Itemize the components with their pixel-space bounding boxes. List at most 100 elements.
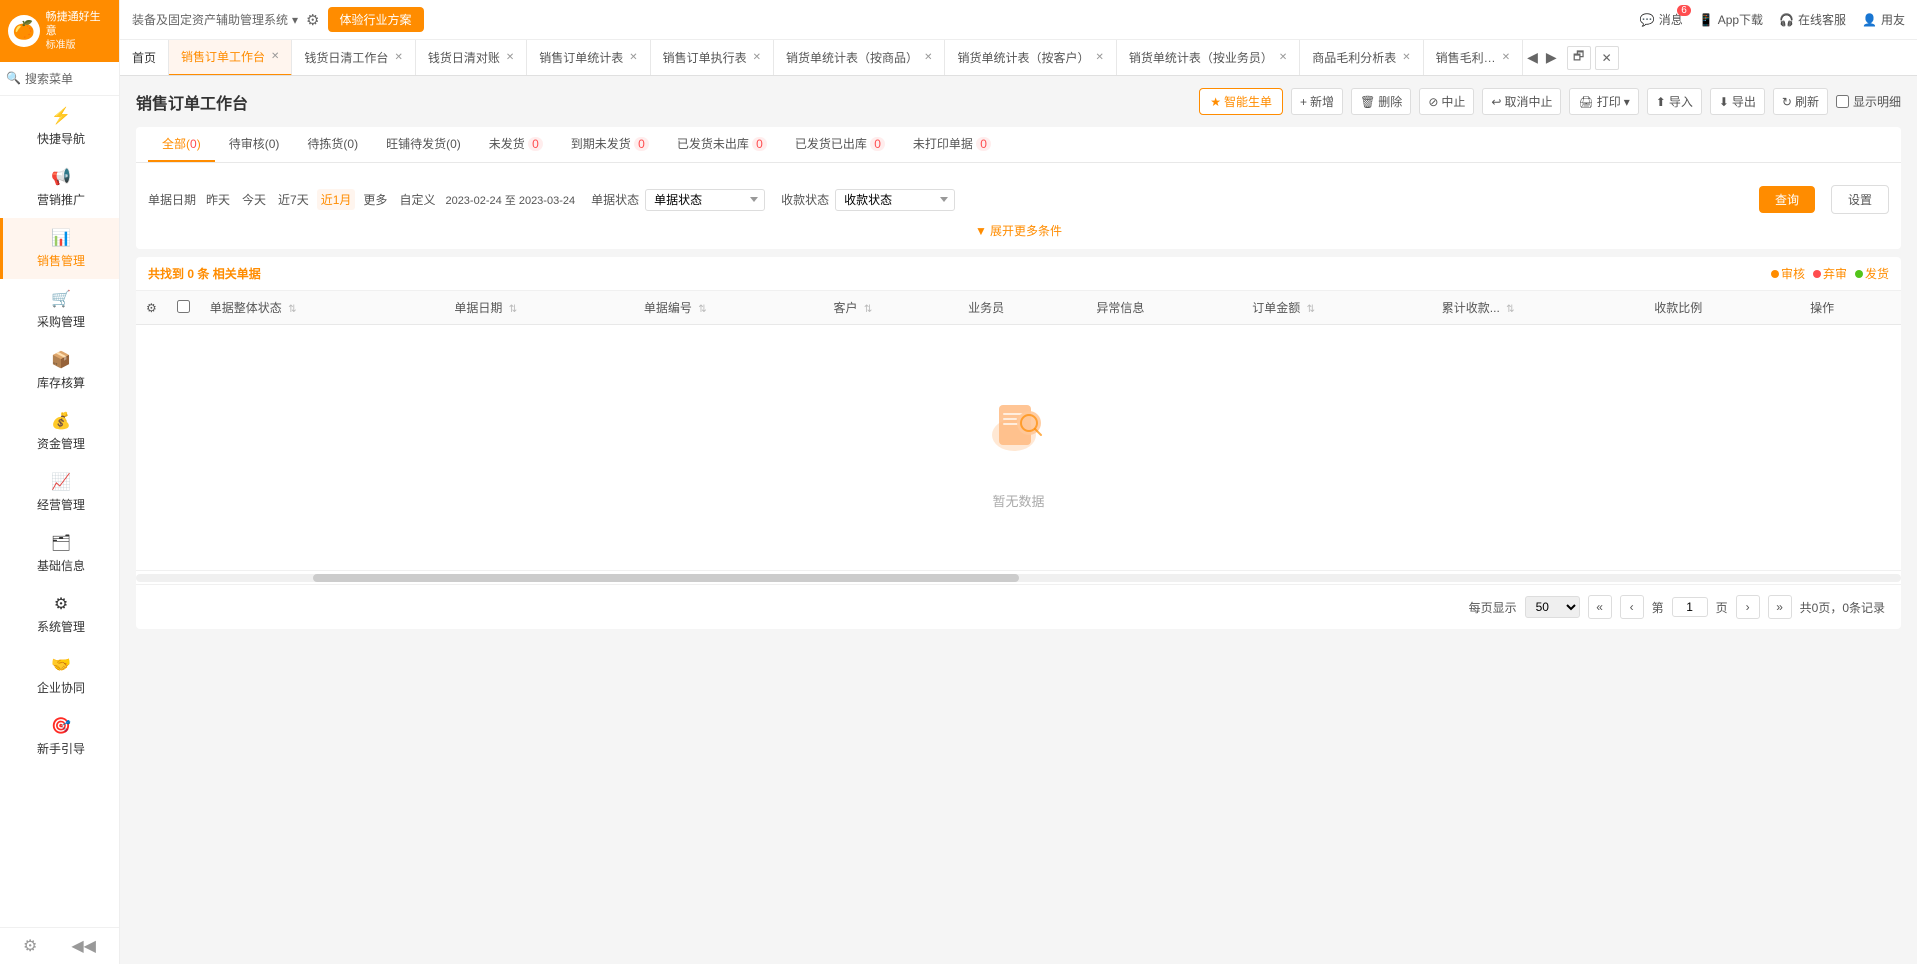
print-button[interactable]: 🖨 打印 ▾ <box>1569 88 1638 115</box>
tab-close-icon[interactable]: ✕ <box>1279 52 1287 63</box>
filter-tab-shipped-not-out[interactable]: 已发货未出库 0 <box>663 127 781 162</box>
tab-sales-by-customer[interactable]: 销货单统计表（按客户） ✕ <box>945 40 1116 76</box>
abandon-review-tool-button[interactable]: 弃审 <box>1813 265 1847 282</box>
dense-checkbox[interactable]: 显示明细 <box>1836 93 1901 110</box>
last-page-button[interactable]: » <box>1768 595 1792 619</box>
page-number-input[interactable] <box>1672 597 1708 617</box>
stop-button[interactable]: ⊘ 中止 <box>1419 88 1474 115</box>
settings-bottom-icon[interactable]: ⚙ <box>23 936 37 956</box>
tab-close-icon[interactable]: ✕ <box>506 52 514 63</box>
tab-margin-analysis[interactable]: 商品毛利分析表 ✕ <box>1300 40 1423 76</box>
new-button[interactable]: + 新增 <box>1291 88 1343 115</box>
tab-label: 销售订单执行表 <box>663 49 747 66</box>
tab-close-icon[interactable]: ✕ <box>1502 52 1510 63</box>
tab-close-icon[interactable]: ✕ <box>1402 52 1410 63</box>
tab-sales-exec[interactable]: 销售订单执行表 ✕ <box>651 40 774 76</box>
sidebar-item-collab[interactable]: 🤝 企业协同 <box>0 645 119 706</box>
message-button[interactable]: 💬 消息 6 <box>1640 11 1683 28</box>
expand-conditions-button[interactable]: ▼ 展开更多条件 <box>975 222 1062 239</box>
tab-cashflow-reconcile[interactable]: 钱货日清对账 ✕ <box>416 40 527 76</box>
tab-cashflow-workbench[interactable]: 钱货日清工作台 ✕ <box>292 40 415 76</box>
sidebar-logo[interactable]: 🍊 畅捷通好生意 标准版 <box>0 0 119 62</box>
tab-sales-stats[interactable]: 销售订单统计表 ✕ <box>527 40 650 76</box>
guide-icon: 🎯 <box>51 716 71 736</box>
cancel-stop-button[interactable]: ↩ 取消中止 <box>1482 88 1561 115</box>
industry-solution-button[interactable]: 体验行业方案 <box>328 7 424 32</box>
tab-sales-workbench[interactable]: 销售订单工作台 ✕ <box>169 40 292 76</box>
filter-tab-not-printed[interactable]: 未打印单据 0 <box>899 127 1005 162</box>
sidebar-item-purchase[interactable]: 🛒 采购管理 <box>0 279 119 340</box>
tab-sales-margin[interactable]: 销售毛利… ✕ <box>1424 40 1523 76</box>
system-title-dropdown[interactable]: 装备及固定资产辅助管理系统 ▾ <box>132 11 298 28</box>
date-1month[interactable]: 近1月 <box>317 189 356 210</box>
next-page-button[interactable]: › <box>1736 595 1760 619</box>
select-all-checkbox[interactable] <box>177 300 190 313</box>
dense-checkbox-input[interactable] <box>1836 95 1849 108</box>
filter-tab-wangpu-pending[interactable]: 旺铺待发货(0) <box>372 127 475 162</box>
smart-create-button[interactable]: ★ 智能生单 <box>1199 88 1283 115</box>
sidebar-item-basic[interactable]: 🗂 基础信息 <box>0 523 119 584</box>
finance-icon: 💰 <box>51 411 71 431</box>
app-download-button[interactable]: 📱 App下载 <box>1699 11 1763 28</box>
tab-close-icon[interactable]: ✕ <box>629 52 637 63</box>
tab-label: 钱货日清工作台 <box>304 49 388 66</box>
first-page-button[interactable]: « <box>1588 595 1612 619</box>
tab-close-all-button[interactable]: ✕ <box>1595 46 1619 70</box>
sidebar-item-quick[interactable]: ⚡ 快捷导航 <box>0 96 119 157</box>
collapse-icon[interactable]: ◀◀ <box>71 936 96 956</box>
settings-button[interactable]: 设置 <box>1831 185 1889 214</box>
filter-tab-pending-review[interactable]: 待审核(0) <box>215 127 294 162</box>
tab-nav-next[interactable]: ▶ <box>1542 49 1561 66</box>
export-button[interactable]: ⬇ 导出 <box>1710 88 1765 115</box>
sidebar-item-guide[interactable]: 🎯 新手引导 <box>0 706 119 767</box>
date-7days[interactable]: 近7天 <box>274 189 313 210</box>
filter-tab-pending-pick[interactable]: 待拣货(0) <box>293 127 372 162</box>
sidebar-item-finance[interactable]: 💰 资金管理 <box>0 401 119 462</box>
sidebar-search[interactable]: 🔍 搜索菜单 <box>0 62 119 96</box>
tab-close-icon[interactable]: ✕ <box>271 51 279 62</box>
user-menu-button[interactable]: 👤 用友 <box>1862 11 1905 28</box>
topbar-gear-icon[interactable]: ⚙ <box>306 11 319 29</box>
horizontal-scrollbar[interactable] <box>136 570 1901 584</box>
tab-close-icon[interactable]: ✕ <box>753 52 761 63</box>
search-button[interactable]: 查询 <box>1759 186 1815 213</box>
payment-select[interactable]: 收款状态 <box>835 189 955 211</box>
tab-home[interactable]: 首页 <box>120 40 169 76</box>
sidebar-item-sales[interactable]: 📊 销售管理 <box>0 218 119 279</box>
scrollbar-thumb[interactable] <box>313 574 1019 582</box>
tab-close-icon[interactable]: ✕ <box>924 52 932 63</box>
filter-tab-shipped-out[interactable]: 已发货已出库 0 <box>781 127 899 162</box>
sidebar-item-operation[interactable]: 📈 经营管理 <box>0 462 119 523</box>
import-button[interactable]: ⬆ 导入 <box>1647 88 1702 115</box>
refresh-button[interactable]: ↻ 刷新 <box>1773 88 1828 115</box>
th-settings[interactable]: ⚙ <box>136 291 167 325</box>
ship-tool-button[interactable]: 发货 <box>1855 265 1889 282</box>
page-size-select[interactable]: 10 20 50 100 <box>1525 596 1580 618</box>
table-head: ⚙ 单据整体状态 ⇅ 单据日期 ⇅ 单据编号 <box>136 291 1901 325</box>
tab-close-icon[interactable]: ✕ <box>394 52 402 63</box>
filter-tab-overdue-not-shipped[interactable]: 到期未发货 0 <box>557 127 663 162</box>
delete-button[interactable]: 🗑 删除 <box>1351 88 1411 115</box>
online-service-button[interactable]: 🎧 在线客服 <box>1779 11 1846 28</box>
inventory-icon: 📦 <box>51 350 71 370</box>
tab-sales-by-product[interactable]: 销货单统计表（按商品） ✕ <box>774 40 945 76</box>
date-more[interactable]: 更多 <box>359 189 391 210</box>
filter-tab-all[interactable]: 全部(0) <box>148 127 215 162</box>
tab-nav-prev[interactable]: ◀ <box>1523 49 1542 66</box>
sidebar-item-system[interactable]: ⚙ 系统管理 <box>0 584 119 645</box>
date-today[interactable]: 今天 <box>238 189 270 210</box>
th-salesperson: 业务员 <box>958 291 1086 325</box>
sidebar-item-inventory[interactable]: 📦 库存核算 <box>0 340 119 401</box>
tab-restore-button[interactable]: 🗗 <box>1567 46 1591 70</box>
review-tool-button[interactable]: 审核 <box>1771 265 1805 282</box>
status-select[interactable]: 单据状态 <box>645 189 765 211</box>
cancel-icon: ↩ <box>1491 95 1501 109</box>
date-yesterday[interactable]: 昨天 <box>202 189 234 210</box>
prev-page-button[interactable]: ‹ <box>1620 595 1644 619</box>
sidebar-item-marketing[interactable]: 📢 营销推广 <box>0 157 119 218</box>
th-ratio: 收款比例 <box>1644 291 1800 325</box>
date-custom[interactable]: 自定义 <box>395 189 439 210</box>
tab-close-icon[interactable]: ✕ <box>1095 52 1103 63</box>
filter-tab-not-shipped[interactable]: 未发货 0 <box>475 127 557 162</box>
tab-sales-by-staff[interactable]: 销货单统计表（按业务员） ✕ <box>1117 40 1300 76</box>
